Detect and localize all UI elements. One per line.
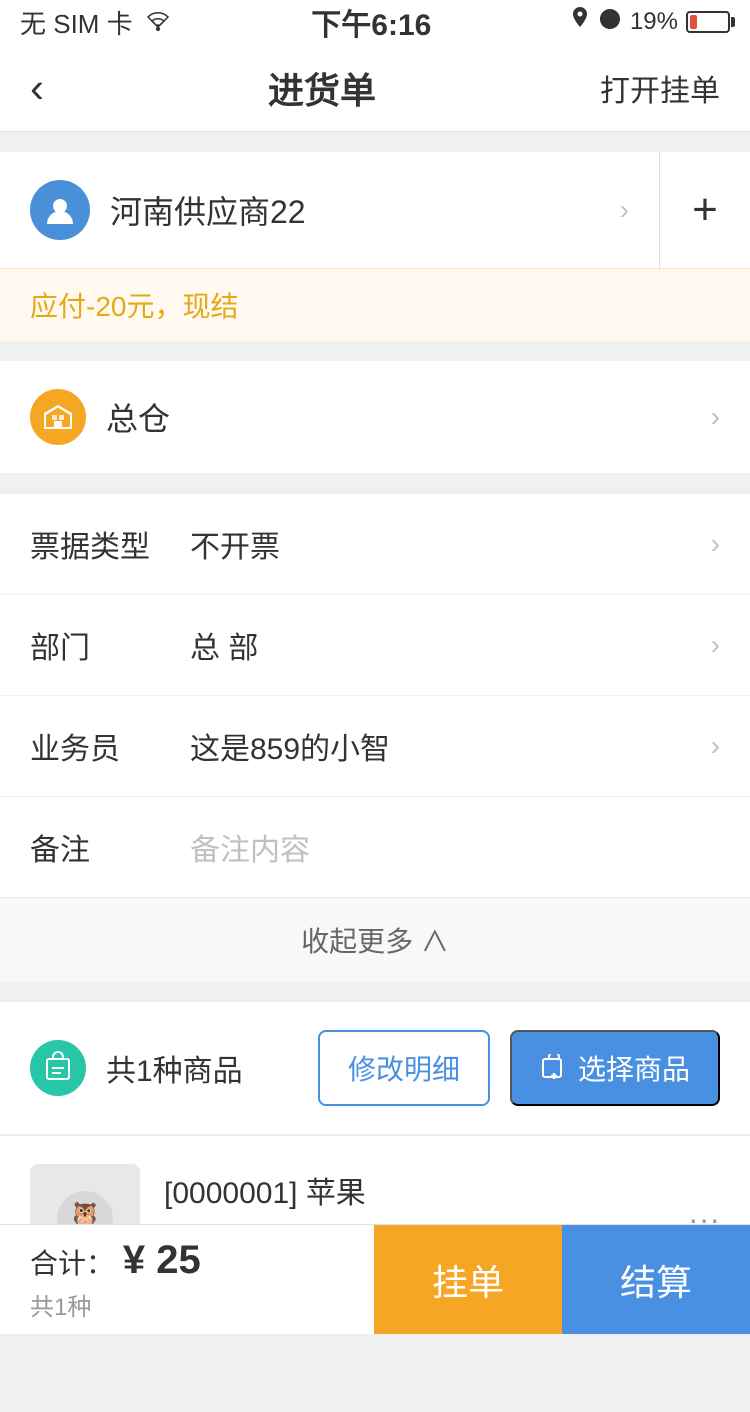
department-chevron-icon: › [711, 629, 720, 661]
checkout-button[interactable]: 结算 [562, 1225, 750, 1334]
nav-bar: ‹ 进货单 打开挂单 [0, 44, 750, 132]
alarm-icon [598, 7, 622, 38]
product-code: [0000001] [164, 1177, 297, 1210]
select-product-label: 选择商品 [578, 1048, 690, 1088]
modify-detail-button[interactable]: 修改明细 [318, 1030, 490, 1106]
warehouse-chevron-icon: › [711, 401, 720, 433]
select-product-button[interactable]: 选择商品 [510, 1030, 720, 1106]
status-bar: 无 SIM 卡 下午6:16 19% [0, 0, 750, 44]
collapse-button[interactable]: 收起更多 ∧ [0, 897, 750, 982]
invoice-label: 票据类型 [30, 522, 190, 566]
status-right: 19% [570, 7, 730, 38]
status-time: 下午6:16 [311, 0, 431, 44]
notice-banner: 应付-20元，现结 [0, 268, 750, 341]
supplier-avatar [30, 180, 90, 240]
wifi-icon [143, 7, 173, 38]
product-name: [0000001] 苹果 [164, 1168, 660, 1212]
back-button[interactable]: ‹ [30, 64, 44, 112]
chevron-right-icon: › [620, 194, 629, 226]
warehouse-row[interactable]: 总仓 › [0, 361, 750, 473]
total-count: 共1种 [30, 1287, 344, 1322]
supplier-section: 河南供应商22 › + [0, 152, 750, 268]
section-gap-1 [0, 132, 750, 152]
open-pending-button[interactable]: 打开挂单 [600, 66, 720, 110]
salesperson-label: 业务员 [30, 724, 190, 768]
page-title: 进货单 [268, 62, 376, 114]
warehouse-name: 总仓 [106, 394, 701, 440]
total-label: 合计： [30, 1248, 114, 1279]
department-row[interactable]: 部门 总 部 › [0, 594, 750, 695]
product-count-text: 共1种商品 [106, 1046, 298, 1090]
remark-label: 备注 [30, 825, 190, 869]
total-section: 合计： ¥ 25 共1种 [0, 1225, 374, 1334]
remark-row[interactable]: 备注 备注内容 [0, 796, 750, 897]
carrier-text: 无 SIM 卡 [20, 4, 133, 41]
add-supplier-button[interactable]: + [660, 185, 750, 235]
product-count-icon [30, 1040, 86, 1096]
salesperson-chevron-icon: › [711, 730, 720, 762]
invoice-chevron-icon: › [711, 528, 720, 560]
battery-text: 19% [630, 8, 678, 36]
department-value: 总 部 [190, 623, 701, 667]
invoice-value: 不开票 [190, 522, 701, 566]
location-icon [570, 7, 590, 38]
section-gap-4 [0, 982, 750, 1002]
supplier-selector[interactable]: 河南供应商22 › [0, 152, 660, 268]
warehouse-icon [30, 389, 86, 445]
battery-icon [686, 11, 730, 33]
section-gap-2 [0, 341, 750, 361]
salesperson-value: 这是859的小智 [190, 724, 701, 768]
invoice-row[interactable]: 票据类型 不开票 › [0, 493, 750, 594]
total-amount: ¥ 25 [123, 1238, 201, 1282]
pending-button[interactable]: 挂单 [374, 1225, 562, 1334]
status-left: 无 SIM 卡 [20, 4, 173, 41]
remark-input[interactable]: 备注内容 [190, 825, 720, 869]
product-header: 共1种商品 修改明细 选择商品 [0, 1002, 750, 1134]
supplier-name: 河南供应商22 [110, 187, 610, 233]
salesperson-row[interactable]: 业务员 这是859的小智 › [0, 695, 750, 796]
total-row: 合计： ¥ 25 [30, 1238, 344, 1283]
section-gap-3 [0, 473, 750, 493]
bottom-bar: 合计： ¥ 25 共1种 挂单 结算 [0, 1224, 750, 1334]
department-label: 部门 [30, 623, 190, 667]
product-title: 苹果 [306, 1177, 366, 1210]
